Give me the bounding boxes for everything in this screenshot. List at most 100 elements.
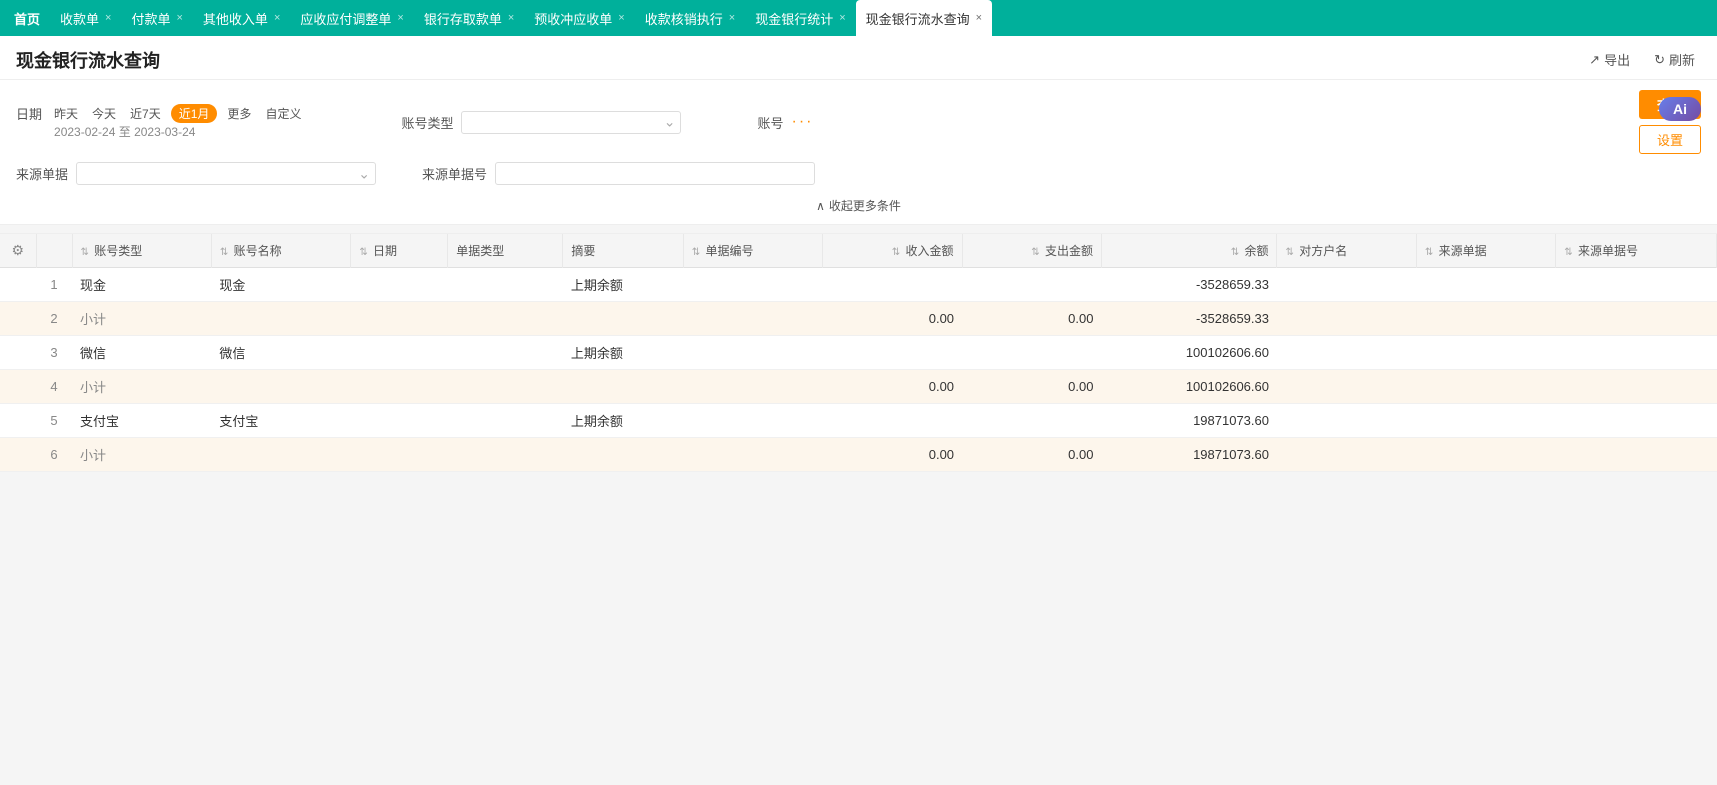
sort-icon: ⇅ xyxy=(1231,247,1239,258)
date-opt-1month[interactable]: 近1月 xyxy=(171,104,218,123)
date-opt-today[interactable]: 今天 xyxy=(88,104,120,123)
col-balance[interactable]: ⇅ 余额 xyxy=(1101,234,1277,268)
balance-cell: 19871073.60 xyxy=(1101,404,1277,438)
close-icon[interactable]: × xyxy=(105,12,111,24)
counterpart-cell xyxy=(1277,370,1416,404)
row-number-cell: 6 xyxy=(36,438,72,472)
counterpart-cell xyxy=(1277,438,1416,472)
close-icon[interactable]: × xyxy=(976,12,982,24)
ellipsis-button[interactable]: ··· xyxy=(791,113,813,131)
col-account-type[interactable]: ⇅ 账号类型 xyxy=(72,234,211,268)
doc-no-cell xyxy=(683,370,822,404)
col-rownum xyxy=(36,234,72,268)
expense-cell xyxy=(962,404,1101,438)
date-opt-7days[interactable]: 近7天 xyxy=(126,104,165,123)
expense-cell xyxy=(962,336,1101,370)
sort-icon: ⇅ xyxy=(359,247,367,258)
source-doc-cell xyxy=(1416,404,1555,438)
setting-button[interactable]: 设置 xyxy=(1639,125,1701,154)
filter-row-2: 来源单据 来源单据号 xyxy=(16,162,1701,185)
col-counterpart[interactable]: ⇅ 对方户名 xyxy=(1277,234,1416,268)
row-number-cell: 1 xyxy=(36,268,72,302)
col-expense[interactable]: ⇅ 支出金额 xyxy=(962,234,1101,268)
table-row[interactable]: 1现金现金上期余额-3528659.33 xyxy=(0,268,1717,302)
table-row[interactable]: 5支付宝支付宝上期余额19871073.60 xyxy=(0,404,1717,438)
date-opt-yesterday[interactable]: 昨天 xyxy=(50,104,82,123)
account-type-select-wrapper xyxy=(461,111,681,134)
source-doc-filter: 来源单据 xyxy=(16,162,376,185)
page-title: 现金银行流水查询 xyxy=(16,47,160,73)
col-doc-no[interactable]: ⇅ 单据编号 xyxy=(683,234,822,268)
account-type-cell: 支付宝 xyxy=(72,404,211,438)
nav-tab-other-income[interactable]: 其他收入单 × xyxy=(193,0,290,36)
nav-tab-ar-ap-adjust[interactable]: 应收应付调整单 × xyxy=(290,0,413,36)
col-account-name[interactable]: ⇅ 账号名称 xyxy=(211,234,350,268)
refresh-button[interactable]: ↻ 刷新 xyxy=(1648,46,1701,73)
summary-cell xyxy=(563,370,683,404)
sort-icon: ⇅ xyxy=(692,247,700,258)
sort-icon: ⇅ xyxy=(1285,247,1293,258)
nav-tab-home[interactable]: 首页 xyxy=(4,0,50,36)
table-row[interactable]: 3微信微信上期余额100102606.60 xyxy=(0,336,1717,370)
expense-cell: 0.00 xyxy=(962,302,1101,336)
table-row[interactable]: 6小计0.000.0019871073.60 xyxy=(0,438,1717,472)
export-icon: ↗ xyxy=(1589,52,1600,68)
source-doc-no-filter: 来源单据号 xyxy=(422,162,815,185)
col-income[interactable]: ⇅ 收入金额 xyxy=(823,234,962,268)
date-opt-more[interactable]: 更多 xyxy=(223,104,255,123)
expense-cell xyxy=(962,268,1101,302)
account-name-cell xyxy=(211,438,350,472)
header-actions: ↗ 导出 ↻ 刷新 xyxy=(1583,46,1701,73)
table-header-row: ⚙ ⇅ 账号类型 ⇅ 账号名称 ⇅ 日期 单据类型 xyxy=(0,234,1717,268)
ai-badge[interactable]: Ai xyxy=(1659,97,1701,121)
collapse-bar[interactable]: ∧ 收起更多条件 xyxy=(16,193,1701,218)
doc-type-cell xyxy=(448,404,563,438)
close-icon[interactable]: × xyxy=(508,12,514,24)
date-opt-custom[interactable]: 自定义 xyxy=(261,104,305,123)
filter-row-1: 日期 昨天 今天 近7天 近1月 更多 自定义 2023-02-24 至 202… xyxy=(16,90,1701,154)
sort-icon: ⇅ xyxy=(892,247,900,258)
nav-tab-cash-bank-flow[interactable]: 现金银行流水查询 × xyxy=(856,0,992,36)
close-icon[interactable]: × xyxy=(729,12,735,24)
row-setting-cell xyxy=(0,336,36,370)
expense-cell: 0.00 xyxy=(962,370,1101,404)
nav-tab-payment[interactable]: 付款单 × xyxy=(121,0,192,36)
table-area: ⚙ ⇅ 账号类型 ⇅ 账号名称 ⇅ 日期 单据类型 xyxy=(0,233,1717,472)
col-date[interactable]: ⇅ 日期 xyxy=(351,234,448,268)
row-number-cell: 5 xyxy=(36,404,72,438)
income-cell xyxy=(823,404,962,438)
source-doc-no-cell xyxy=(1556,404,1717,438)
col-source-doc[interactable]: ⇅ 来源单据 xyxy=(1416,234,1555,268)
account-type-filter: 账号类型 xyxy=(401,111,681,134)
source-doc-select[interactable] xyxy=(76,162,376,185)
close-icon[interactable]: × xyxy=(176,12,182,24)
date-options: 昨天 今天 近7天 近1月 更多 自定义 xyxy=(50,104,305,123)
col-source-doc-no[interactable]: ⇅ 来源单据号 xyxy=(1556,234,1717,268)
date-cell xyxy=(351,438,448,472)
source-doc-no-input[interactable] xyxy=(495,162,815,185)
nav-tab-receipt-verify[interactable]: 收款核销执行 × xyxy=(635,0,745,36)
account-type-cell: 微信 xyxy=(72,336,211,370)
account-name-cell: 现金 xyxy=(211,268,350,302)
close-icon[interactable]: × xyxy=(274,12,280,24)
account-type-select[interactable] xyxy=(461,111,681,134)
nav-tab-cash-bank-stats[interactable]: 现金银行统计 × xyxy=(745,0,855,36)
nav-tab-receipt[interactable]: 收款单 × xyxy=(50,0,121,36)
export-button[interactable]: ↗ 导出 xyxy=(1583,46,1636,73)
source-doc-no-cell xyxy=(1556,302,1717,336)
account-type-label: 账号类型 xyxy=(401,113,453,132)
balance-cell: 100102606.60 xyxy=(1101,336,1277,370)
nav-tab-prepay-offset[interactable]: 预收冲应收单 × xyxy=(524,0,634,36)
gear-icon[interactable]: ⚙ xyxy=(11,242,24,258)
sort-icon: ⇅ xyxy=(1564,247,1572,258)
sort-icon: ⇅ xyxy=(220,247,228,258)
close-icon[interactable]: × xyxy=(618,12,624,24)
source-doc-no-cell xyxy=(1556,336,1717,370)
close-icon[interactable]: × xyxy=(397,12,403,24)
table-row[interactable]: 2小计0.000.00-3528659.33 xyxy=(0,302,1717,336)
table-row[interactable]: 4小计0.000.00100102606.60 xyxy=(0,370,1717,404)
nav-tab-bank-deposit[interactable]: 银行存取款单 × xyxy=(414,0,524,36)
income-cell xyxy=(823,268,962,302)
close-icon[interactable]: × xyxy=(839,12,845,24)
col-setting[interactable]: ⚙ xyxy=(0,234,36,268)
